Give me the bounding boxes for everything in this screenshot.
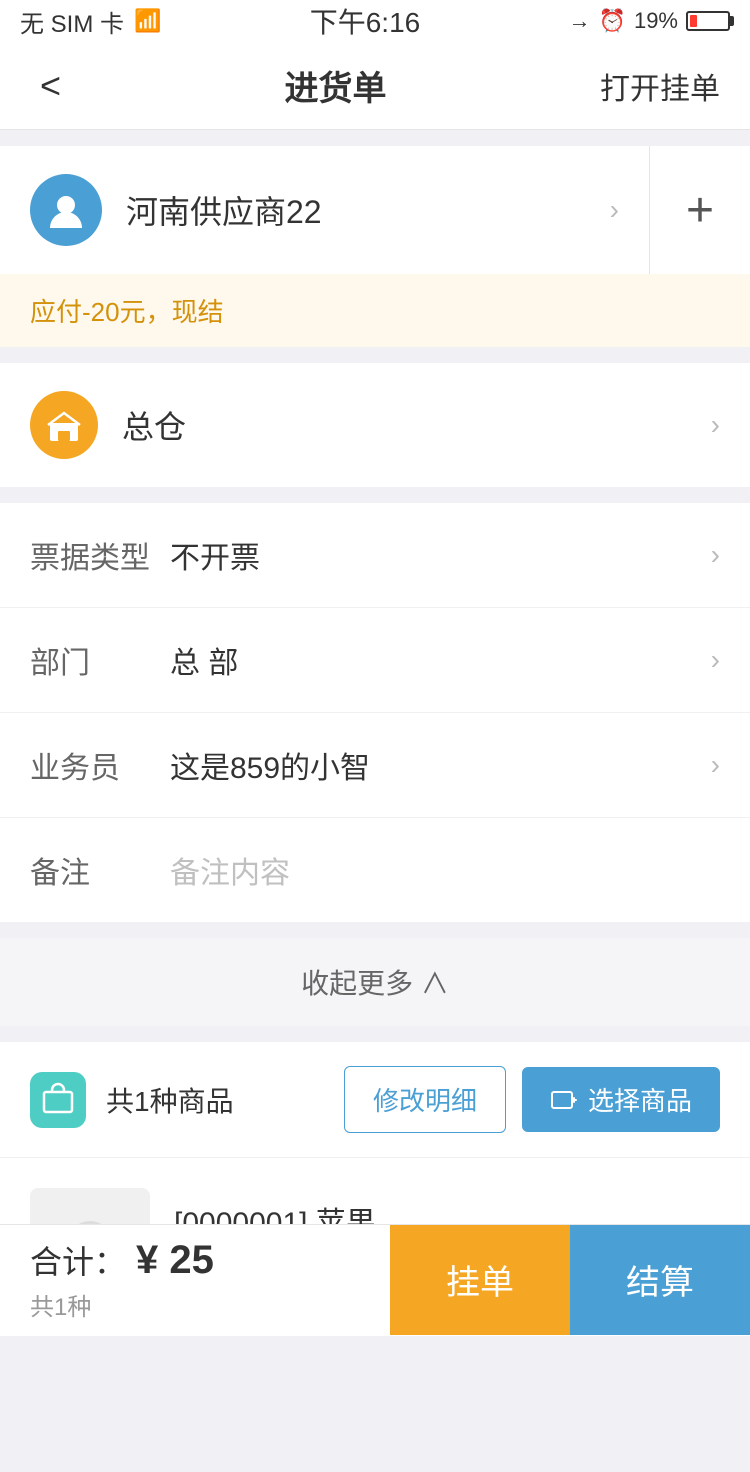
total-amount: ¥ 25	[136, 1238, 214, 1283]
total-area: 合计： ¥ 25 共1种	[0, 1237, 390, 1322]
time-label: 下午6:16	[310, 1, 421, 41]
salesman-value: 这是859的小智	[170, 743, 701, 787]
supplier-selector[interactable]: 河南供应商22 ›	[0, 146, 650, 274]
department-row[interactable]: 部门 总 部 ›	[0, 608, 750, 713]
salesman-row[interactable]: 业务员 这是859的小智 ›	[0, 713, 750, 818]
warehouse-icon	[30, 391, 98, 459]
battery-percent: 19%	[634, 8, 678, 34]
checkout-button[interactable]: 结算	[570, 1225, 750, 1335]
products-header: 共1种商品 修改明细 选择商品	[0, 1042, 750, 1158]
modify-detail-button[interactable]: 修改明细	[344, 1066, 506, 1133]
collapse-toggle-button[interactable]: 收起更多 ∧	[0, 938, 750, 1026]
carrier-label: 无 SIM 卡	[20, 4, 124, 39]
warehouse-name: 总仓	[122, 402, 701, 448]
hang-button[interactable]: 挂单	[390, 1225, 570, 1335]
back-button[interactable]: <	[30, 55, 71, 117]
remark-row[interactable]: 备注 备注内容	[0, 818, 750, 922]
status-bar-right: → ⏰ 19%	[569, 8, 730, 34]
invoice-type-row[interactable]: 票据类型 不开票 ›	[0, 503, 750, 608]
nav-bar: < 进货单 打开挂单	[0, 42, 750, 130]
location-icon: →	[569, 8, 591, 34]
department-value: 总 部	[170, 638, 701, 682]
status-bar: 无 SIM 卡 📶 下午6:16 → ⏰ 19%	[0, 0, 750, 42]
invoice-value: 不开票	[170, 533, 701, 577]
total-label: 合计：	[30, 1237, 126, 1283]
bottom-bar: 合计： ¥ 25 共1种 挂单 结算	[0, 1224, 750, 1334]
status-bar-left: 无 SIM 卡 📶	[20, 4, 161, 39]
invoice-chevron-icon: ›	[711, 539, 720, 571]
form-card: 票据类型 不开票 › 部门 总 部 › 业务员 这是859的小智 › 备注 备注…	[0, 503, 750, 922]
products-icon	[30, 1072, 86, 1128]
supplier-name: 河南供应商22	[126, 187, 600, 233]
battery-icon	[686, 11, 730, 31]
salesman-label: 业务员	[30, 743, 170, 787]
department-chevron-icon: ›	[711, 644, 720, 676]
supplier-section: 河南供应商22 › +	[0, 146, 750, 274]
supplier-avatar	[30, 174, 102, 246]
department-label: 部门	[30, 638, 170, 682]
select-product-label: 选择商品	[588, 1081, 692, 1118]
products-count: 共1种商品	[106, 1080, 344, 1120]
remark-label: 备注	[30, 848, 170, 892]
total-main: 合计： ¥ 25	[30, 1237, 360, 1283]
open-hang-button[interactable]: 打开挂单	[600, 64, 720, 108]
total-sub: 共1种	[30, 1287, 360, 1322]
supplier-notice: 应付-20元，现结	[0, 274, 750, 347]
add-supplier-button[interactable]: +	[650, 183, 750, 238]
remark-input[interactable]: 备注内容	[170, 848, 720, 892]
salesman-chevron-icon: ›	[711, 749, 720, 781]
alarm-icon: ⏰	[599, 8, 626, 34]
page-title: 进货单	[285, 61, 387, 110]
warehouse-selector[interactable]: 总仓 ›	[0, 363, 750, 487]
warehouse-chevron-icon: ›	[711, 409, 720, 441]
select-product-button[interactable]: 选择商品	[522, 1067, 720, 1132]
wifi-icon: 📶	[134, 8, 161, 34]
invoice-label: 票据类型	[30, 533, 170, 577]
supplier-chevron-icon: ›	[610, 194, 619, 226]
